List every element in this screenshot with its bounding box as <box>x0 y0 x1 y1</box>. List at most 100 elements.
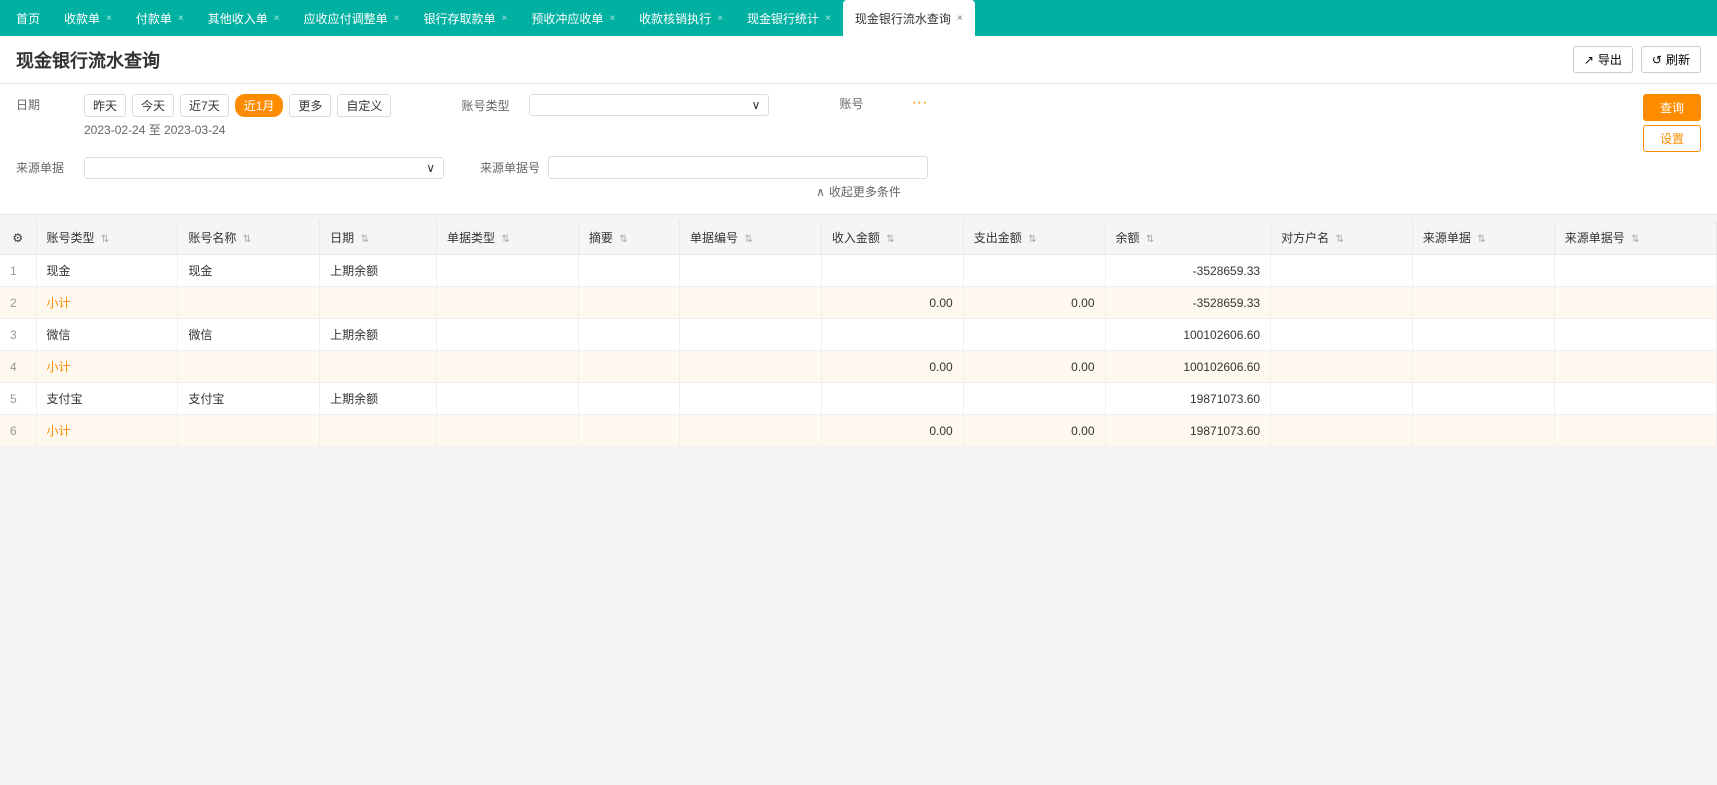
close-payment-icon[interactable]: × <box>178 13 184 24</box>
filter-row-2: 来源单据 ∨ 来源单据号 <box>16 156 1701 179</box>
cell-account-name: 现金 <box>178 255 320 287</box>
th-source-doc[interactable]: 来源单据 ⇅ <box>1412 221 1554 255</box>
th-source-doc-no[interactable]: 来源单据号 ⇅ <box>1554 221 1716 255</box>
cell-counterparty <box>1271 415 1413 447</box>
cell-expense: 0.00 <box>963 351 1105 383</box>
cell-doc-type <box>437 415 579 447</box>
cell-income <box>821 383 963 415</box>
sort-balance-icon: ⇅ <box>1146 234 1154 245</box>
close-advance-icon[interactable]: × <box>609 13 615 24</box>
table-row: 5支付宝支付宝上期余额19871073.60 <box>0 383 1717 415</box>
cell-balance: -3528659.33 <box>1105 287 1271 319</box>
th-source-doc-label: 来源单据 <box>1423 231 1471 245</box>
table-row: 3微信微信上期余额100102606.60 <box>0 319 1717 351</box>
th-income-label: 收入金额 <box>832 231 880 245</box>
page-title: 现金银行流水查询 <box>16 47 160 73</box>
th-doc-no-label: 单据编号 <box>690 231 738 245</box>
refresh-button[interactable]: ↺ 刷新 <box>1641 46 1701 73</box>
nav-bank-deposit[interactable]: 银行存取款单 × <box>411 0 519 36</box>
nav-home[interactable]: 首页 <box>4 0 52 36</box>
cell-account-type: 支付宝 <box>36 383 178 415</box>
cell-counterparty <box>1271 351 1413 383</box>
th-doc-no[interactable]: 单据编号 ⇅ <box>680 221 822 255</box>
cell-balance: 19871073.60 <box>1105 383 1271 415</box>
account-type-label: 账号类型 <box>461 97 521 114</box>
query-button[interactable]: 查询 <box>1643 94 1701 121</box>
nav-cash-flow[interactable]: 现金银行流水查询 × <box>843 0 975 36</box>
close-cash-flow-icon[interactable]: × <box>957 13 963 24</box>
nav-other-income[interactable]: 其他收入单 × <box>196 0 292 36</box>
date-custom[interactable]: 自定义 <box>337 94 391 117</box>
date-yesterday[interactable]: 昨天 <box>84 94 126 117</box>
source-doc-no-label: 来源单据号 <box>480 159 540 176</box>
cell-source-doc <box>1412 319 1554 351</box>
cell-account-name <box>178 415 320 447</box>
cell-source-doc-no <box>1554 319 1716 351</box>
cell-source-doc-no <box>1554 415 1716 447</box>
sort-summary-icon: ⇅ <box>619 234 627 245</box>
nav-advance[interactable]: 预收冲应收单 × <box>519 0 627 36</box>
cell-account-name: 微信 <box>178 319 320 351</box>
th-income[interactable]: 收入金额 ⇅ <box>821 221 963 255</box>
close-cash-stats-icon[interactable]: × <box>825 13 831 24</box>
close-adjustment-icon[interactable]: × <box>394 13 400 24</box>
nav-cash-stats[interactable]: 现金银行统计 × <box>735 0 843 36</box>
date-1month[interactable]: 近1月 <box>235 94 284 117</box>
row-number: 6 <box>0 415 36 447</box>
th-balance[interactable]: 余额 ⇅ <box>1105 221 1271 255</box>
table-row: 4小计0.000.00100102606.60 <box>0 351 1717 383</box>
close-verification-icon[interactable]: × <box>717 13 723 24</box>
cell-date: 上期余额 <box>320 319 437 351</box>
nav-verification[interactable]: 收款核销执行 × <box>627 0 735 36</box>
date-7days[interactable]: 近7天 <box>180 94 229 117</box>
sort-doc-type-icon: ⇅ <box>501 234 509 245</box>
close-bank-deposit-icon[interactable]: × <box>501 13 507 24</box>
settings-button[interactable]: 设置 <box>1643 125 1701 152</box>
cell-account-type: 小计 <box>36 351 178 383</box>
row-number: 4 <box>0 351 36 383</box>
th-expense[interactable]: 支出金额 ⇅ <box>963 221 1105 255</box>
right-action-buttons: 查询 设置 <box>1643 94 1701 152</box>
table-header: ⚙ 账号类型 ⇅ 账号名称 ⇅ 日期 ⇅ 单据类型 ⇅ <box>0 221 1717 255</box>
cell-expense: 0.00 <box>963 415 1105 447</box>
row-number: 5 <box>0 383 36 415</box>
date-options: 昨天 今天 近7天 近1月 更多 自定义 <box>84 94 391 117</box>
collapse-bar[interactable]: ∧ 收起更多条件 <box>16 179 1701 204</box>
account-ellipsis-button[interactable]: ··· <box>907 94 931 112</box>
th-summary[interactable]: 摘要 ⇅ <box>578 221 679 255</box>
nav-receipt[interactable]: 收款单 × <box>52 0 124 36</box>
cell-balance: 100102606.60 <box>1105 319 1271 351</box>
th-date[interactable]: 日期 ⇅ <box>320 221 437 255</box>
cell-source-doc <box>1412 415 1554 447</box>
filter-row-1: 日期 昨天 今天 近7天 近1月 更多 自定义 2023-02-24 至 202… <box>16 94 1701 152</box>
th-gear[interactable]: ⚙ <box>0 221 36 255</box>
source-doc-chevron-icon: ∨ <box>426 161 435 175</box>
date-label: 日期 <box>16 94 76 113</box>
source-doc-select[interactable]: ∨ <box>84 157 444 179</box>
th-account-name-label: 账号名称 <box>188 231 236 245</box>
th-account-type[interactable]: 账号类型 ⇅ <box>36 221 178 255</box>
cell-account-type: 小计 <box>36 415 178 447</box>
th-counterparty[interactable]: 对方户名 ⇅ <box>1271 221 1413 255</box>
th-account-type-label: 账号类型 <box>47 231 95 245</box>
row-number: 2 <box>0 287 36 319</box>
th-account-name[interactable]: 账号名称 ⇅ <box>178 221 320 255</box>
sort-account-type-icon: ⇅ <box>101 234 109 245</box>
account-type-select[interactable]: ∨ <box>529 94 769 116</box>
cell-account-name <box>178 287 320 319</box>
source-doc-no-input[interactable] <box>548 156 928 179</box>
sort-account-name-icon: ⇅ <box>243 234 251 245</box>
cell-counterparty <box>1271 319 1413 351</box>
th-doc-type[interactable]: 单据类型 ⇅ <box>437 221 579 255</box>
export-button[interactable]: ↗ 导出 <box>1573 46 1633 73</box>
nav-adjustment[interactable]: 应收应付调整单 × <box>292 0 412 36</box>
date-today[interactable]: 今天 <box>132 94 174 117</box>
date-more[interactable]: 更多 <box>289 94 331 117</box>
close-receipt-icon[interactable]: × <box>106 13 112 24</box>
source-doc-label: 来源单据 <box>16 159 76 176</box>
cell-date <box>320 287 437 319</box>
close-other-income-icon[interactable]: × <box>274 13 280 24</box>
cell-summary <box>578 383 679 415</box>
nav-payment[interactable]: 付款单 × <box>124 0 196 36</box>
th-expense-label: 支出金额 <box>974 231 1022 245</box>
